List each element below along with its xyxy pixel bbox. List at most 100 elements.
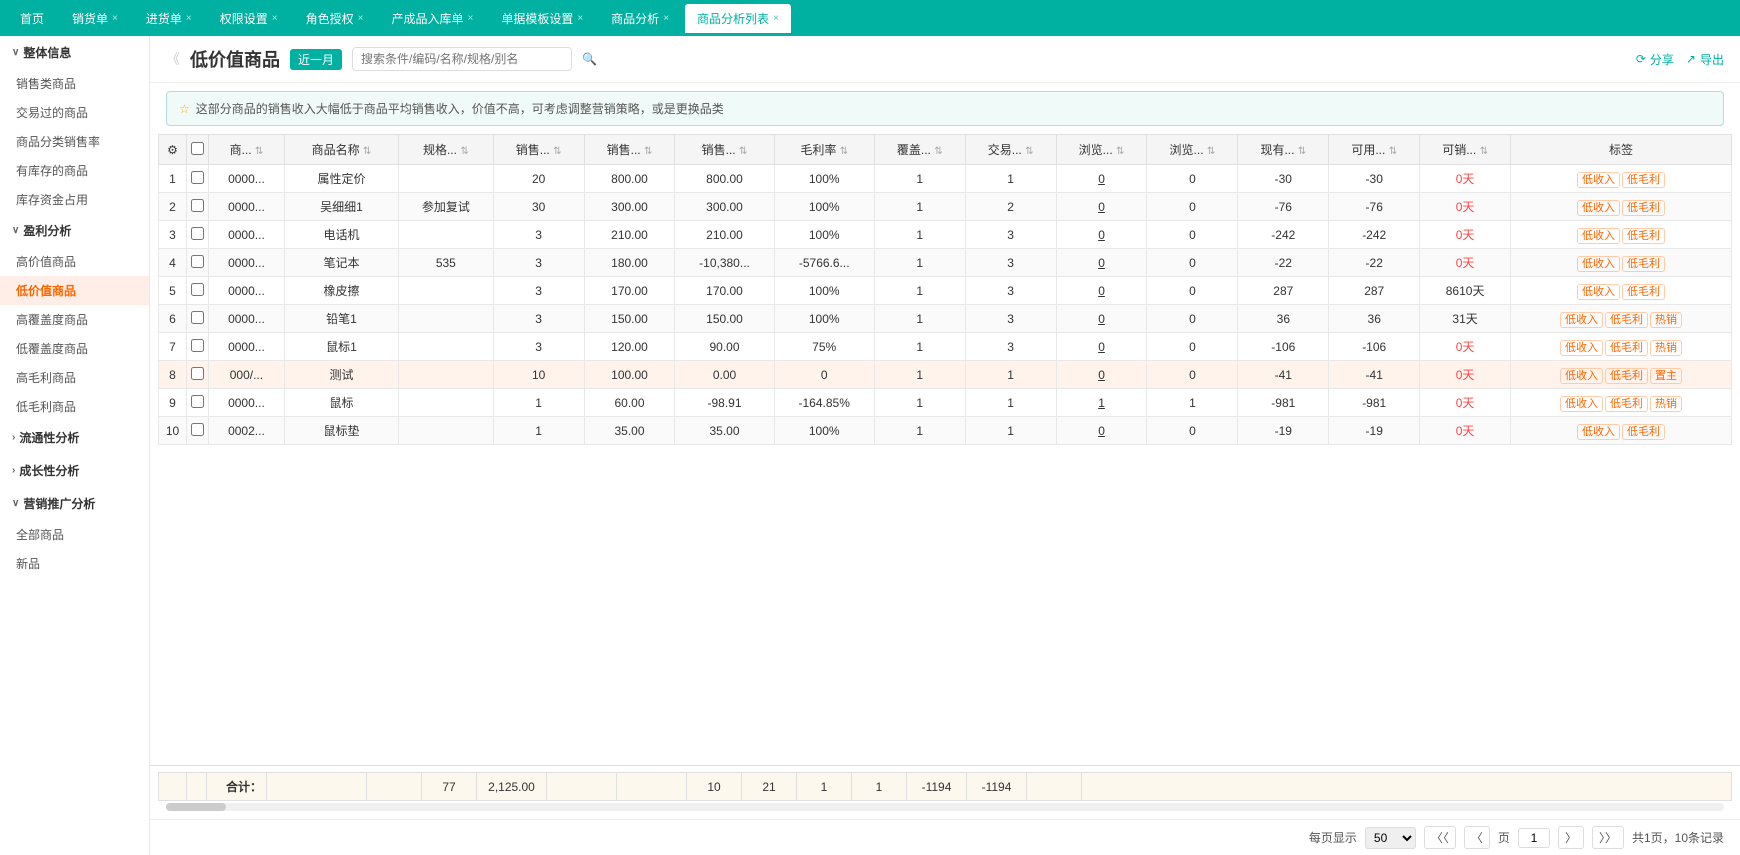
sidebar-section-growth[interactable]: › 成长性分析 (0, 454, 149, 487)
close-icon[interactable]: × (272, 13, 278, 24)
row-checkbox[interactable] (187, 389, 209, 417)
col-margin[interactable]: 毛利率 ⇅ (774, 135, 874, 165)
export-button[interactable]: ↗ 导出 (1686, 51, 1724, 68)
browse-link[interactable]: 0 (1098, 424, 1105, 438)
sidebar-item-sales-goods[interactable]: 销售类商品 (0, 69, 149, 98)
sidebar-item-traded-goods[interactable]: 交易过的商品 (0, 98, 149, 127)
row-select-checkbox[interactable] (191, 311, 204, 324)
row-select-checkbox[interactable] (191, 255, 204, 268)
share-button[interactable]: ⟳ 分享 (1636, 51, 1674, 68)
nav-product-list[interactable]: 商品分析列表 × (685, 4, 791, 33)
nav-sales[interactable]: 销货单 × (60, 4, 130, 33)
col-code[interactable]: 商... ⇅ (209, 135, 285, 165)
col-gear[interactable]: ⚙ (159, 135, 187, 165)
col-checkbox[interactable] (187, 135, 209, 165)
nav-permissions[interactable]: 权限设置 × (208, 4, 290, 33)
browse-link[interactable]: 0 (1098, 172, 1105, 186)
close-icon[interactable]: × (663, 13, 669, 24)
nav-roles[interactable]: 角色授权 × (294, 4, 376, 33)
col-sales-qty[interactable]: 销售... ⇅ (493, 135, 584, 165)
row-spec: 535 (399, 249, 494, 277)
row-select-checkbox[interactable] (191, 227, 204, 240)
row-checkbox[interactable] (187, 249, 209, 277)
sidebar-section-marketing[interactable]: ∨ 营销推广分析 (0, 487, 149, 520)
sidebar-item-high-coverage[interactable]: 高覆盖度商品 (0, 305, 149, 334)
col-name[interactable]: 商品名称 ⇅ (284, 135, 398, 165)
row-checkbox[interactable] (187, 277, 209, 305)
browse-link[interactable]: 0 (1098, 228, 1105, 242)
row-select-checkbox[interactable] (191, 199, 204, 212)
row-checkbox[interactable] (187, 417, 209, 445)
browse-link[interactable]: 1 (1098, 396, 1105, 410)
last-page-btn[interactable]: 〉〉 (1592, 826, 1624, 849)
sidebar-item-low-margin[interactable]: 低毛利商品 (0, 392, 149, 421)
sidebar-item-low-value[interactable]: 低价值商品 (0, 276, 149, 305)
row-select-checkbox[interactable] (191, 339, 204, 352)
col-available[interactable]: 可用... ⇅ (1329, 135, 1420, 165)
close-icon[interactable]: × (186, 13, 192, 24)
col-sales-amount[interactable]: 销售... ⇅ (675, 135, 774, 165)
close-icon[interactable]: × (467, 13, 473, 24)
row-spec (399, 305, 494, 333)
close-icon[interactable]: × (112, 13, 118, 24)
sidebar-section-profit[interactable]: ∨ 盈利分析 (0, 214, 149, 247)
col-sales-price[interactable]: 销售... ⇅ (584, 135, 675, 165)
table-container[interactable]: ⚙ 商... ⇅ 商品名称 ⇅ 规格... ⇅ 销售... ⇅ 销售... ⇅ … (150, 134, 1740, 765)
sidebar-item-high-value[interactable]: 高价值商品 (0, 247, 149, 276)
row-checkbox[interactable] (187, 221, 209, 249)
nav-product-analysis[interactable]: 商品分析 × (599, 4, 681, 33)
collapse-sidebar-btn[interactable]: 《 (166, 49, 180, 69)
close-icon[interactable]: × (773, 13, 779, 24)
search-icon[interactable]: 🔍 (582, 52, 597, 66)
browse-link[interactable]: 0 (1098, 368, 1105, 382)
select-all-checkbox[interactable] (191, 142, 204, 155)
sidebar-item-new-goods[interactable]: 新品 (0, 549, 149, 578)
nav-purchase[interactable]: 进货单 × (134, 4, 204, 33)
browse-link[interactable]: 0 (1098, 284, 1105, 298)
row-checkbox[interactable] (187, 193, 209, 221)
row-select-checkbox[interactable] (191, 171, 204, 184)
row-checkbox[interactable] (187, 361, 209, 389)
sidebar-item-low-coverage[interactable]: 低覆盖度商品 (0, 334, 149, 363)
close-icon[interactable]: × (358, 13, 364, 24)
browse-link[interactable]: 0 (1098, 340, 1105, 354)
sidebar-item-high-margin[interactable]: 高毛利商品 (0, 363, 149, 392)
row-checkbox[interactable] (187, 165, 209, 193)
per-page-select[interactable]: 50 100 200 (1365, 827, 1416, 849)
sidebar-item-category-sales[interactable]: 商品分类销售率 (0, 127, 149, 156)
nav-home[interactable]: 首页 (8, 4, 56, 33)
sidebar-section-liquidity[interactable]: › 流通性分析 (0, 421, 149, 454)
browse-link[interactable]: 0 (1098, 312, 1105, 326)
nav-product-in[interactable]: 产成品入库单 × (379, 4, 485, 33)
col-browse2[interactable]: 浏览... ⇅ (1147, 135, 1238, 165)
col-browse1[interactable]: 浏览... ⇅ (1056, 135, 1147, 165)
close-icon[interactable]: × (577, 13, 583, 24)
first-page-btn[interactable]: 〈〈 (1424, 826, 1456, 849)
next-page-btn[interactable]: 〉 (1558, 826, 1584, 849)
prev-page-btn[interactable]: 〈 (1464, 826, 1490, 849)
row-select-checkbox[interactable] (191, 283, 204, 296)
nav-template[interactable]: 单据模板设置 × (489, 4, 595, 33)
col-current[interactable]: 现有... ⇅ (1238, 135, 1329, 165)
col-coverage[interactable]: 覆盖... ⇅ (874, 135, 965, 165)
col-saleable[interactable]: 可销... ⇅ (1420, 135, 1511, 165)
browse-link[interactable]: 0 (1098, 200, 1105, 214)
col-spec[interactable]: 规格... ⇅ (399, 135, 494, 165)
search-input[interactable] (352, 47, 572, 71)
sidebar-item-stock-value[interactable]: 库存资金占用 (0, 185, 149, 214)
row-checkbox[interactable] (187, 333, 209, 361)
sidebar-section-overview[interactable]: ∨ 整体信息 (0, 36, 149, 69)
horizontal-scrollbar[interactable] (166, 803, 1724, 811)
sidebar-item-stock-goods[interactable]: 有库存的商品 (0, 156, 149, 185)
browse-link[interactable]: 0 (1098, 256, 1105, 270)
scrollbar-thumb[interactable] (166, 803, 226, 811)
row-select-checkbox[interactable] (191, 423, 204, 436)
filter-tag[interactable]: 近一月 (290, 49, 342, 70)
row-select-checkbox[interactable] (191, 367, 204, 380)
page-number-input[interactable] (1518, 828, 1550, 848)
sidebar-item-all-goods[interactable]: 全部商品 (0, 520, 149, 549)
col-transaction[interactable]: 交易... ⇅ (965, 135, 1056, 165)
row-select-checkbox[interactable] (191, 395, 204, 408)
row-checkbox[interactable] (187, 305, 209, 333)
col-tags[interactable]: 标签 (1511, 135, 1732, 165)
